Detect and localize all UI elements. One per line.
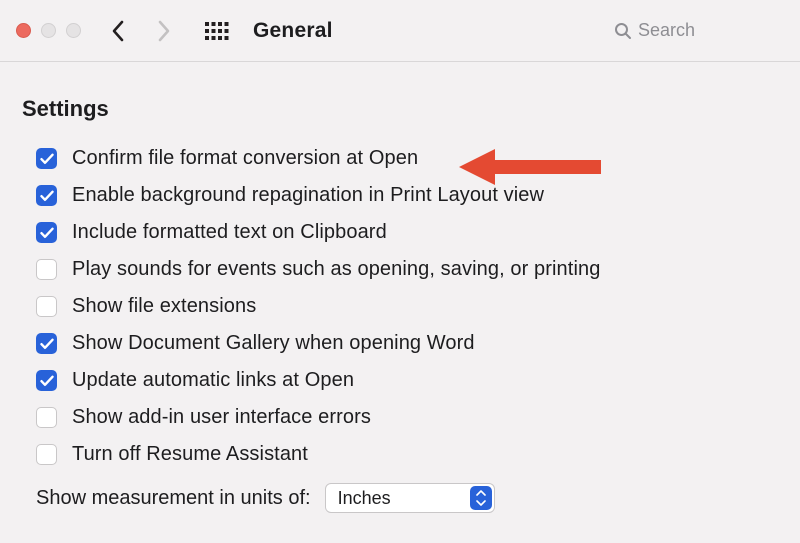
window-controls: [16, 23, 81, 38]
checkbox[interactable]: [36, 296, 57, 317]
option-label: Turn off Resume Assistant: [72, 443, 308, 466]
search-field-container[interactable]: [606, 14, 784, 48]
option-confirm-file-format[interactable]: Confirm file format conversion at Open: [36, 140, 778, 177]
checkmark-icon: [40, 190, 54, 202]
close-window-button[interactable]: [16, 23, 31, 38]
option-update-links[interactable]: Update automatic links at Open: [36, 362, 778, 399]
maximize-window-button[interactable]: [66, 23, 81, 38]
measurement-label: Show measurement in units of:: [36, 487, 311, 510]
option-label: Show Document Gallery when opening Word: [72, 332, 475, 355]
option-label: Confirm file format conversion at Open: [72, 147, 418, 170]
select-stepper-icon: [470, 486, 492, 510]
option-show-extensions[interactable]: Show file extensions: [36, 288, 778, 325]
chevron-left-icon: [111, 20, 125, 42]
checkbox[interactable]: [36, 222, 57, 243]
search-icon: [614, 22, 632, 40]
checkbox[interactable]: [36, 333, 57, 354]
measurement-row: Show measurement in units of: Inches: [36, 483, 778, 513]
option-document-gallery[interactable]: Show Document Gallery when opening Word: [36, 325, 778, 362]
section-heading: Settings: [22, 96, 778, 122]
minimize-window-button[interactable]: [41, 23, 56, 38]
show-all-button[interactable]: [205, 22, 229, 40]
grid-icon: [205, 22, 229, 40]
checkbox[interactable]: [36, 185, 57, 206]
option-addin-errors[interactable]: Show add-in user interface errors: [36, 399, 778, 436]
navigation-buttons: [107, 20, 175, 42]
forward-button[interactable]: [153, 20, 175, 42]
option-label: Update automatic links at Open: [72, 369, 354, 392]
annotation-arrow-icon: [459, 145, 601, 194]
option-background-repagination[interactable]: Enable background repagination in Print …: [36, 177, 778, 214]
option-label: Include formatted text on Clipboard: [72, 221, 387, 244]
back-button[interactable]: [107, 20, 129, 42]
checkmark-icon: [40, 338, 54, 350]
checkbox[interactable]: [36, 259, 57, 280]
option-resume-assistant[interactable]: Turn off Resume Assistant: [36, 436, 778, 473]
checkbox[interactable]: [36, 407, 57, 428]
search-input[interactable]: [638, 20, 776, 41]
checkmark-icon: [40, 227, 54, 239]
option-play-sounds[interactable]: Play sounds for events such as opening, …: [36, 251, 778, 288]
option-label: Play sounds for events such as opening, …: [72, 258, 600, 281]
checkmark-icon: [40, 153, 54, 165]
window-toolbar: General: [0, 0, 800, 62]
chevron-right-icon: [157, 20, 171, 42]
checkbox[interactable]: [36, 148, 57, 169]
checkbox[interactable]: [36, 444, 57, 465]
select-value: Inches: [338, 488, 391, 509]
checkbox[interactable]: [36, 370, 57, 391]
settings-panel: Settings Confirm file format conversion …: [0, 62, 800, 513]
option-label: Show add-in user interface errors: [72, 406, 371, 429]
checkmark-icon: [40, 375, 54, 387]
page-title: General: [253, 19, 333, 43]
option-label: Show file extensions: [72, 295, 256, 318]
option-formatted-clipboard[interactable]: Include formatted text on Clipboard: [36, 214, 778, 251]
measurement-select[interactable]: Inches: [325, 483, 495, 513]
